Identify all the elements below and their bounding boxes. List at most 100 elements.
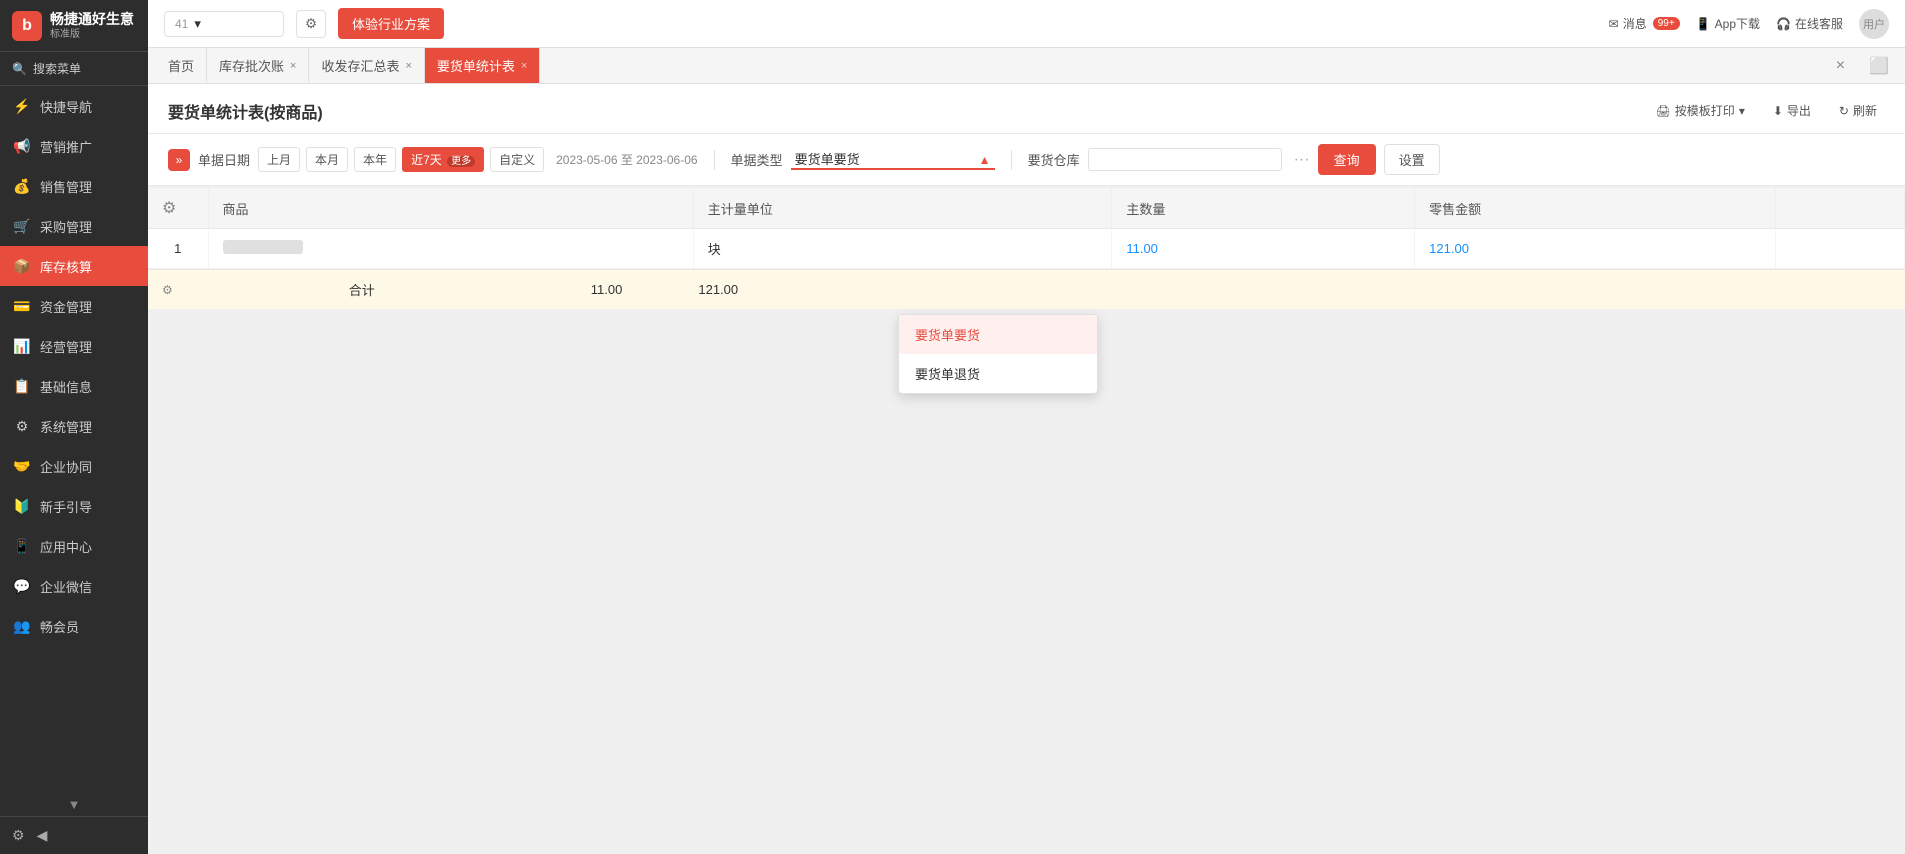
base-info-icon: 📋: [12, 376, 32, 396]
guide-icon: 🔰: [12, 496, 32, 516]
tab-close-receipt-summary[interactable]: ×: [405, 60, 411, 72]
tab-receipt-summary[interactable]: 收发存汇总表 ×: [309, 48, 424, 84]
wechat-icon: 💬: [12, 576, 32, 596]
members-icon: 👥: [12, 616, 32, 636]
filter-more-button[interactable]: ···: [1294, 151, 1310, 169]
avatar[interactable]: 用户: [1859, 9, 1889, 39]
tab-restore-btn[interactable]: ⬜: [1861, 52, 1897, 80]
table-row: 1 块 11.00 121.00: [148, 229, 1905, 269]
sales-icon: 💰: [12, 176, 32, 196]
data-table: ⚙ 商品 主计量单位 主数量 零售金额 1 块: [148, 188, 1905, 269]
online-service-button[interactable]: 🎧 在线客服: [1776, 15, 1843, 32]
tab-close-window-btn[interactable]: ×: [1828, 52, 1853, 80]
footer-sale-amount: 121.00: [698, 282, 738, 297]
sale-amount-link[interactable]: 121.00: [1429, 241, 1469, 256]
col-index: ⚙: [148, 188, 208, 229]
custom-date-btn[interactable]: 自定义: [490, 147, 544, 172]
table-settings-icon[interactable]: ⚙: [162, 200, 176, 217]
last-7-days-btn[interactable]: 近7天 更多: [402, 147, 484, 172]
header-right: ✉ 消息 99+ 📱 App下载 🎧 在线客服 用户: [1609, 9, 1889, 39]
sidebar-item-inventory[interactable]: 📦 库存核算: [0, 246, 148, 286]
sidebar-item-guide[interactable]: 🔰 新手引导: [0, 486, 148, 526]
tabs-right-controls: × ⬜: [1828, 52, 1897, 80]
cell-sale-amount: 121.00: [1415, 229, 1776, 269]
download-icon: 📱: [1696, 17, 1711, 31]
main-content: 41 ▾ ⚙ 体验行业方案 ✉ 消息 99+ 📱 App下载 🎧 在线客服 用户: [148, 0, 1905, 854]
type-filter-label: 单据类型: [731, 150, 783, 169]
dropdown-item-order-goods[interactable]: 要货单要货: [899, 315, 1097, 354]
app-logo: b 畅捷通好生意 标准版: [0, 0, 148, 52]
sidebar-item-operations[interactable]: 📊 经营管理: [0, 326, 148, 366]
marketing-icon: 📢: [12, 136, 32, 156]
dropdown-item-order-return[interactable]: 要货单退货: [899, 354, 1097, 393]
sidebar-item-enterprise[interactable]: 🤝 企业协同: [0, 446, 148, 486]
inventory-icon: 📦: [12, 256, 32, 276]
footer-total-label: 合计: [349, 280, 375, 299]
sidebar-settings-btn[interactable]: ⚙: [12, 827, 25, 844]
sidebar-item-sales[interactable]: 💰 销售管理: [0, 166, 148, 206]
app-download-button[interactable]: 📱 App下载: [1696, 15, 1760, 32]
type-select-input[interactable]: [791, 149, 995, 170]
col-extra: [1775, 188, 1904, 229]
header-settings-button[interactable]: ⚙: [296, 10, 326, 38]
sidebar-navigation: ⚡ 快捷导航 📢 营销推广 💰 销售管理 🛒 采购管理 📦 库存核算 💳 资金管…: [0, 86, 148, 793]
sidebar-item-app-center[interactable]: 📱 应用中心: [0, 526, 148, 566]
sidebar-footer: ⚙ ◀: [0, 816, 148, 854]
scroll-down-arrow[interactable]: ▼: [0, 793, 148, 816]
export-button[interactable]: ⬇ 导出: [1765, 98, 1819, 123]
warehouse-input[interactable]: [1088, 148, 1282, 171]
logo-icon: b: [12, 11, 42, 41]
col-sale-amount: 零售金额: [1415, 188, 1776, 229]
cell-quantity: 11.00: [1112, 229, 1415, 269]
cell-goods: [208, 229, 693, 269]
sidebar-item-wechat[interactable]: 💬 企业微信: [0, 566, 148, 606]
logo-text: 畅捷通好生意 标准版: [50, 10, 134, 41]
sidebar-item-system[interactable]: ⚙ 系统管理: [0, 406, 148, 446]
tab-close-inventory-batch[interactable]: ×: [290, 60, 296, 72]
type-dropdown: 要货单要货 要货单退货: [898, 314, 1098, 394]
filter-divider-2: [1011, 150, 1012, 170]
print-icon: 🖨: [1656, 104, 1671, 118]
type-select-wrapper: ▲: [791, 149, 995, 170]
search-icon: 🔍: [12, 62, 27, 76]
filter-divider: [714, 150, 715, 170]
date-range-display: 2023-05-06 至 2023-06-06: [556, 153, 697, 167]
refresh-button[interactable]: ↻ 刷新: [1831, 98, 1885, 123]
tab-order-stats[interactable]: 要货单统计表 ×: [425, 48, 540, 84]
tabs-bar: 首页 库存批次账 × 收发存汇总表 × 要货单统计表 × × ⬜: [148, 48, 1905, 84]
settings-button[interactable]: 设置: [1384, 144, 1440, 175]
this-year-btn[interactable]: 本年: [354, 147, 396, 172]
message-icon: ✉: [1609, 17, 1619, 31]
tab-close-order-stats[interactable]: ×: [521, 60, 527, 72]
industry-solution-button[interactable]: 体验行业方案: [338, 8, 444, 39]
sidebar-collapse-btn[interactable]: ◀: [37, 827, 48, 844]
sidebar-item-members[interactable]: 👥 畅会员: [0, 606, 148, 646]
purchase-icon: 🛒: [12, 216, 32, 236]
operations-icon: 📊: [12, 336, 32, 356]
sidebar-item-quick-nav[interactable]: ⚡ 快捷导航: [0, 86, 148, 126]
print-template-button[interactable]: 🖨 按模板打印 ▾: [1648, 98, 1753, 123]
sidebar-search[interactable]: 🔍 搜索菜单: [0, 52, 148, 86]
sidebar-item-finance[interactable]: 💳 资金管理: [0, 286, 148, 326]
store-selector[interactable]: 41 ▾: [164, 11, 284, 37]
sidebar-item-base-info[interactable]: 📋 基础信息: [0, 366, 148, 406]
this-month-btn[interactable]: 本月: [306, 147, 348, 172]
sidebar: b 畅捷通好生意 标准版 🔍 搜索菜单 ⚡ 快捷导航 📢 营销推广 💰 销售管理…: [0, 0, 148, 854]
sidebar-item-marketing[interactable]: 📢 营销推广: [0, 126, 148, 166]
col-goods: 商品: [208, 188, 693, 229]
col-unit: 主计量单位: [693, 188, 1112, 229]
quantity-link[interactable]: 11.00: [1126, 241, 1158, 256]
cell-unit: 块: [693, 229, 1112, 269]
col-quantity: 主数量: [1112, 188, 1415, 229]
footer-settings-icon: ⚙: [162, 283, 173, 297]
enterprise-icon: 🤝: [12, 456, 32, 476]
tab-inventory-batch[interactable]: 库存批次账 ×: [207, 48, 309, 84]
blurred-goods-name: [223, 240, 303, 254]
last-month-btn[interactable]: 上月: [258, 147, 300, 172]
tab-home[interactable]: 首页: [156, 48, 207, 84]
filter-expand-button[interactable]: »: [168, 149, 190, 171]
messages-button[interactable]: ✉ 消息 99+: [1609, 15, 1680, 32]
sidebar-item-purchase[interactable]: 🛒 采购管理: [0, 206, 148, 246]
data-table-container: ⚙ 商品 主计量单位 主数量 零售金额 1 块: [148, 188, 1905, 269]
query-button[interactable]: 查询: [1318, 144, 1376, 175]
